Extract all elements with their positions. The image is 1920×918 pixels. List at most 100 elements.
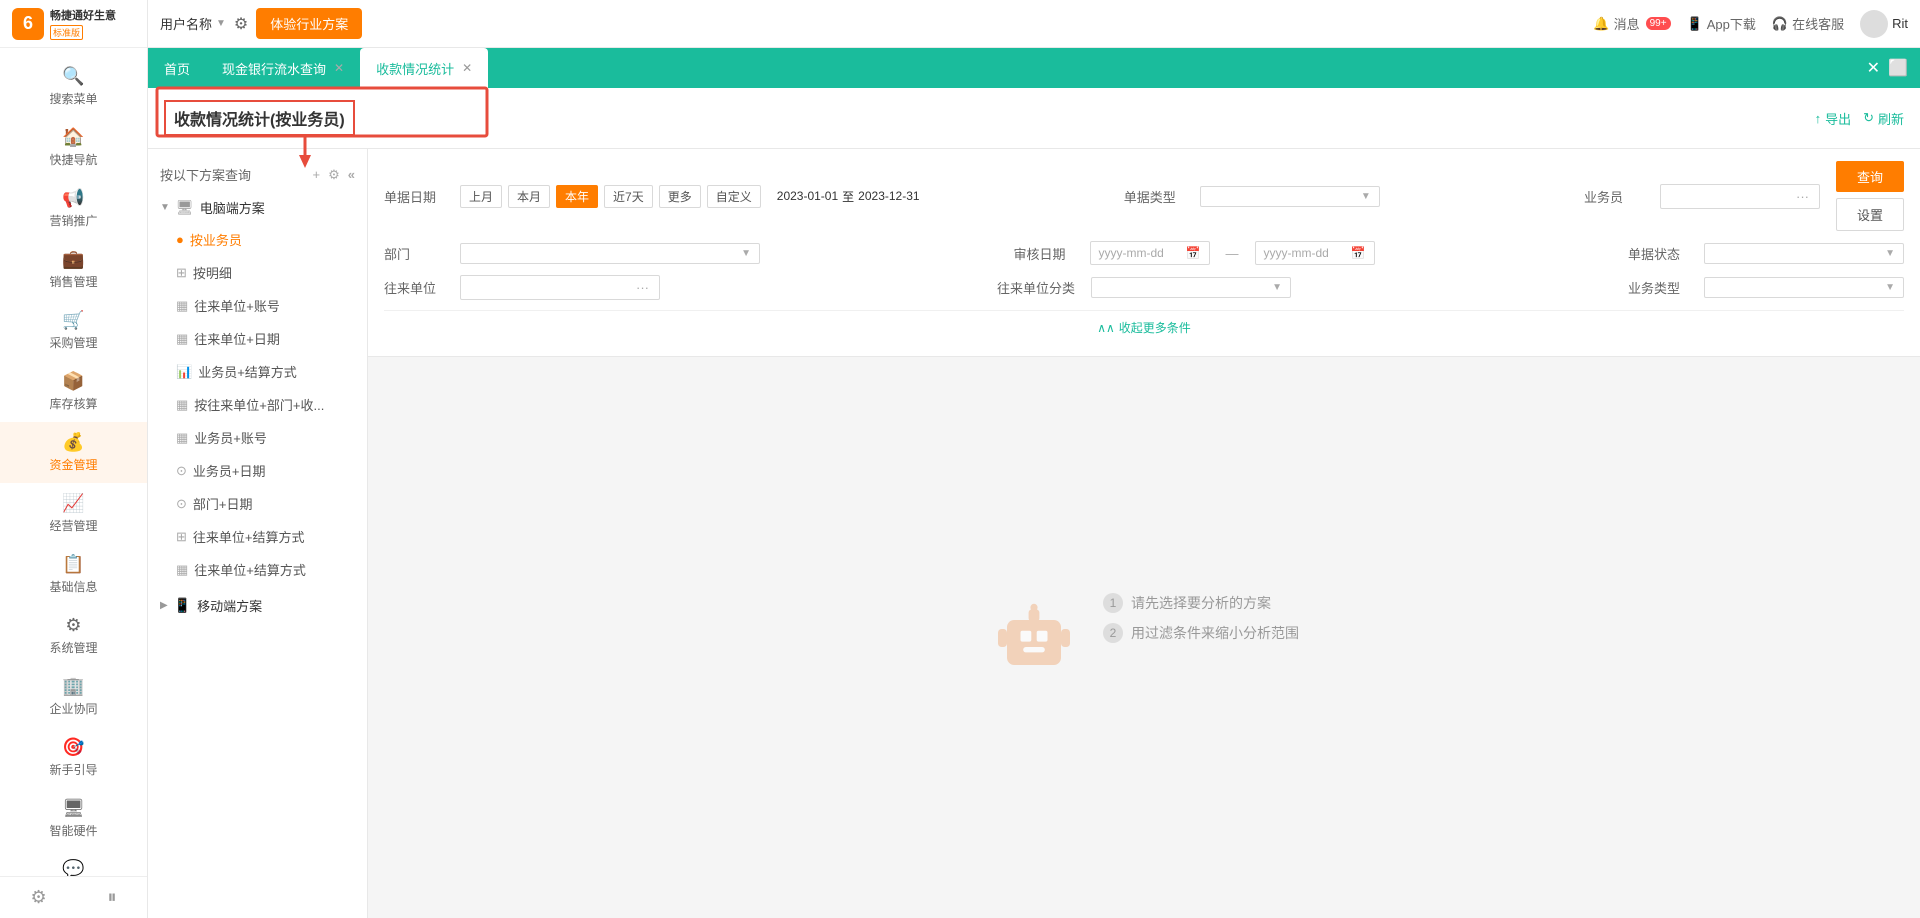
tab-bank-close[interactable]: ✕ [334, 61, 344, 75]
scheme-settings-btn[interactable]: ⚙ [328, 167, 340, 183]
tab-home[interactable]: 首页 [148, 48, 206, 88]
sidebar-item-purchase[interactable]: 🛒 采购管理 [0, 300, 147, 361]
sidebar-item-marketing[interactable]: 📢 营销推广 [0, 178, 147, 239]
sidebar-item-sales[interactable]: 💼 销售管理 [0, 239, 147, 300]
hint-num-2: 2 [1103, 623, 1123, 643]
sidebar-label-hardware: 智能硬件 [49, 822, 97, 839]
tree-item-partner-dept[interactable]: ▦ 按往来单位+部门+收... [148, 388, 367, 421]
partner-dots[interactable]: ··· [636, 280, 649, 295]
partner-acct-icon: ▦ [176, 298, 188, 314]
tree-item-partner-dept-label: 按往来单位+部门+收... [194, 395, 324, 414]
sidebar-logo: 6 畅捷通好生意 标准版 [0, 0, 147, 48]
tree-item-salesman-date[interactable]: ⊙ 业务员+日期 [148, 454, 367, 487]
gear-button[interactable]: ⚙ [234, 14, 248, 34]
partner-input-group: ··· [460, 275, 660, 300]
tree-item-partner-settle2[interactable]: ▦ 往来单位+结算方式 [148, 553, 367, 586]
tree-item-salesman[interactable]: ● 按业务员 [148, 223, 367, 256]
category-select[interactable]: ▼ [1091, 277, 1291, 298]
sidebar-item-stock[interactable]: 📦 库存核算 [0, 361, 147, 422]
tab-close-all-btn[interactable]: ✕ [1867, 58, 1880, 78]
tab-bank-label: 现金银行流水查询 [222, 59, 326, 78]
tree-group-mobile-label[interactable]: ▶ 📱 移动端方案 [148, 590, 367, 621]
sidebar: 6 畅捷通好生意 标准版 🔍 搜索菜单 🏠 快捷导航 📢 营销推广 💼 销售管理… [0, 0, 148, 918]
logo-name: 畅捷通好生意 [50, 7, 116, 23]
tree-expand-icon: ▼ [160, 202, 170, 213]
logo-badge: 标准版 [50, 25, 83, 40]
biz-type-select[interactable]: ▼ [1704, 277, 1904, 298]
sidebar-item-search[interactable]: 🔍 搜索菜单 [0, 56, 147, 117]
dept-select[interactable]: ▼ [460, 243, 760, 264]
online-service-label: 在线客服 [1792, 14, 1844, 33]
user-avatar-area[interactable]: Rit [1860, 10, 1908, 38]
content-area: 按以下方案查询 + ⚙ « ▼ 🖥 电脑端方案 ● [148, 149, 1920, 918]
online-service-btn[interactable]: 🎧 在线客服 [1772, 14, 1844, 33]
date-btn-last-month[interactable]: 上月 [460, 185, 502, 208]
download-icon: 📱 [1687, 16, 1703, 32]
tree-item-partner-date-label: 往来单位+日期 [194, 329, 280, 348]
tree-item-salesman-settle[interactable]: 📊 业务员+结算方式 [148, 355, 367, 388]
purchase-icon: 🛒 [62, 310, 84, 331]
date-btn-7days[interactable]: 近7天 [604, 185, 653, 208]
corp-icon: 🏢 [62, 676, 84, 697]
type-select[interactable]: ▼ [1200, 186, 1380, 207]
sidebar-item-system[interactable]: ⚙ 系统管理 [0, 605, 147, 666]
query-button[interactable]: 查询 [1836, 161, 1904, 192]
trial-button[interactable]: 体验行业方案 [256, 8, 362, 39]
tab-bank[interactable]: 现金银行流水查询 ✕ [206, 48, 360, 88]
sidebar-item-nav[interactable]: 🏠 快捷导航 [0, 117, 147, 178]
status-label: 单据状态 [1628, 244, 1688, 263]
review-to-input[interactable]: yyyy-mm-dd 📅 [1255, 241, 1375, 265]
sidebar-item-wechat[interactable]: 💬 企业微信 [0, 849, 147, 876]
filter-row-1: 单据日期 上月 本月 本年 近7天 更多 自定义 2023-01-01 至 [384, 161, 1904, 231]
tree-group-desktop-label[interactable]: ▼ 🖥 电脑端方案 [148, 192, 367, 223]
date-btn-this-month[interactable]: 本月 [508, 185, 550, 208]
dropdown-arrow-icon: ▼ [216, 18, 226, 29]
tree-item-partner-date[interactable]: ▦ 往来单位+日期 [148, 322, 367, 355]
date-btn-custom[interactable]: 自定义 [707, 185, 761, 208]
collapse-footer-btn[interactable]: ⏸ [108, 887, 117, 908]
refresh-label: 刷新 [1878, 109, 1904, 128]
messages-btn[interactable]: 🔔 消息 99+ [1593, 14, 1670, 33]
tree-item-dept-date[interactable]: ⊙ 部门+日期 [148, 487, 367, 520]
date-btn-this-year[interactable]: 本年 [556, 185, 598, 208]
hint-item-1: 1 请先选择要分析的方案 [1103, 593, 1299, 613]
empty-robot-icon [989, 593, 1079, 683]
tree-item-detail[interactable]: ⊞ 按明细 [148, 256, 367, 289]
sidebar-label-system: 系统管理 [49, 639, 97, 656]
app-download-btn[interactable]: 📱 App下载 [1687, 14, 1756, 33]
tree-item-partner-settle1[interactable]: ⊞ 往来单位+结算方式 [148, 520, 367, 553]
settings-footer-btn[interactable]: ⚙ [30, 887, 46, 908]
add-scheme-btn[interactable]: + [313, 167, 321, 183]
tab-maximize-btn[interactable]: ⬜ [1888, 58, 1908, 78]
left-panel-title: 按以下方案查询 [160, 165, 251, 184]
review-from-placeholder: yyyy-mm-dd [1099, 246, 1164, 260]
tab-collect-close[interactable]: ✕ [462, 61, 472, 75]
settings-button[interactable]: 设置 [1836, 198, 1904, 231]
sidebar-item-finance[interactable]: 💰 资金管理 [0, 422, 147, 483]
tab-collect[interactable]: 收款情况统计 ✕ [360, 48, 488, 88]
tree-item-salesman-acct[interactable]: ▦ 业务员+账号 [148, 421, 367, 454]
date-btn-more[interactable]: 更多 [659, 185, 701, 208]
sidebar-label-nav: 快捷导航 [49, 151, 97, 168]
refresh-button[interactable]: ↻ 刷新 [1863, 109, 1904, 128]
review-label: 审核日期 [1014, 244, 1074, 263]
tree-item-partner-acct[interactable]: ▦ 往来单位+账号 [148, 289, 367, 322]
sidebar-item-operations[interactable]: 📈 经营管理 [0, 483, 147, 544]
salesman-dots[interactable]: ··· [1796, 189, 1809, 204]
sidebar-item-hardware[interactable]: 🖥 智能硬件 [0, 788, 147, 849]
export-button[interactable]: ↑ 导出 [1815, 109, 1852, 128]
right-panel: 单据日期 上月 本月 本年 近7天 更多 自定义 2023-01-01 至 [368, 149, 1920, 918]
dept-date-icon: ⊙ [176, 496, 187, 512]
review-from-input[interactable]: yyyy-mm-dd 📅 [1090, 241, 1210, 265]
sidebar-item-corp[interactable]: 🏢 企业协同 [0, 666, 147, 727]
page-actions: ↑ 导出 ↻ 刷新 [1815, 109, 1904, 128]
sidebar-label-stock: 库存核算 [49, 395, 97, 412]
collapse-panel-btn[interactable]: « [348, 167, 355, 183]
collapse-label: 收起更多条件 [1119, 319, 1191, 336]
partner-settle2-icon: ▦ [176, 562, 188, 578]
collapse-filter-btn[interactable]: ∧∧ 收起更多条件 [384, 310, 1904, 344]
sidebar-item-basic[interactable]: 📋 基础信息 [0, 544, 147, 605]
status-select[interactable]: ▼ [1704, 243, 1904, 264]
sidebar-item-guide[interactable]: 🎯 新手引导 [0, 727, 147, 788]
date-options-group: 上月 本月 本年 近7天 更多 自定义 [460, 185, 761, 208]
